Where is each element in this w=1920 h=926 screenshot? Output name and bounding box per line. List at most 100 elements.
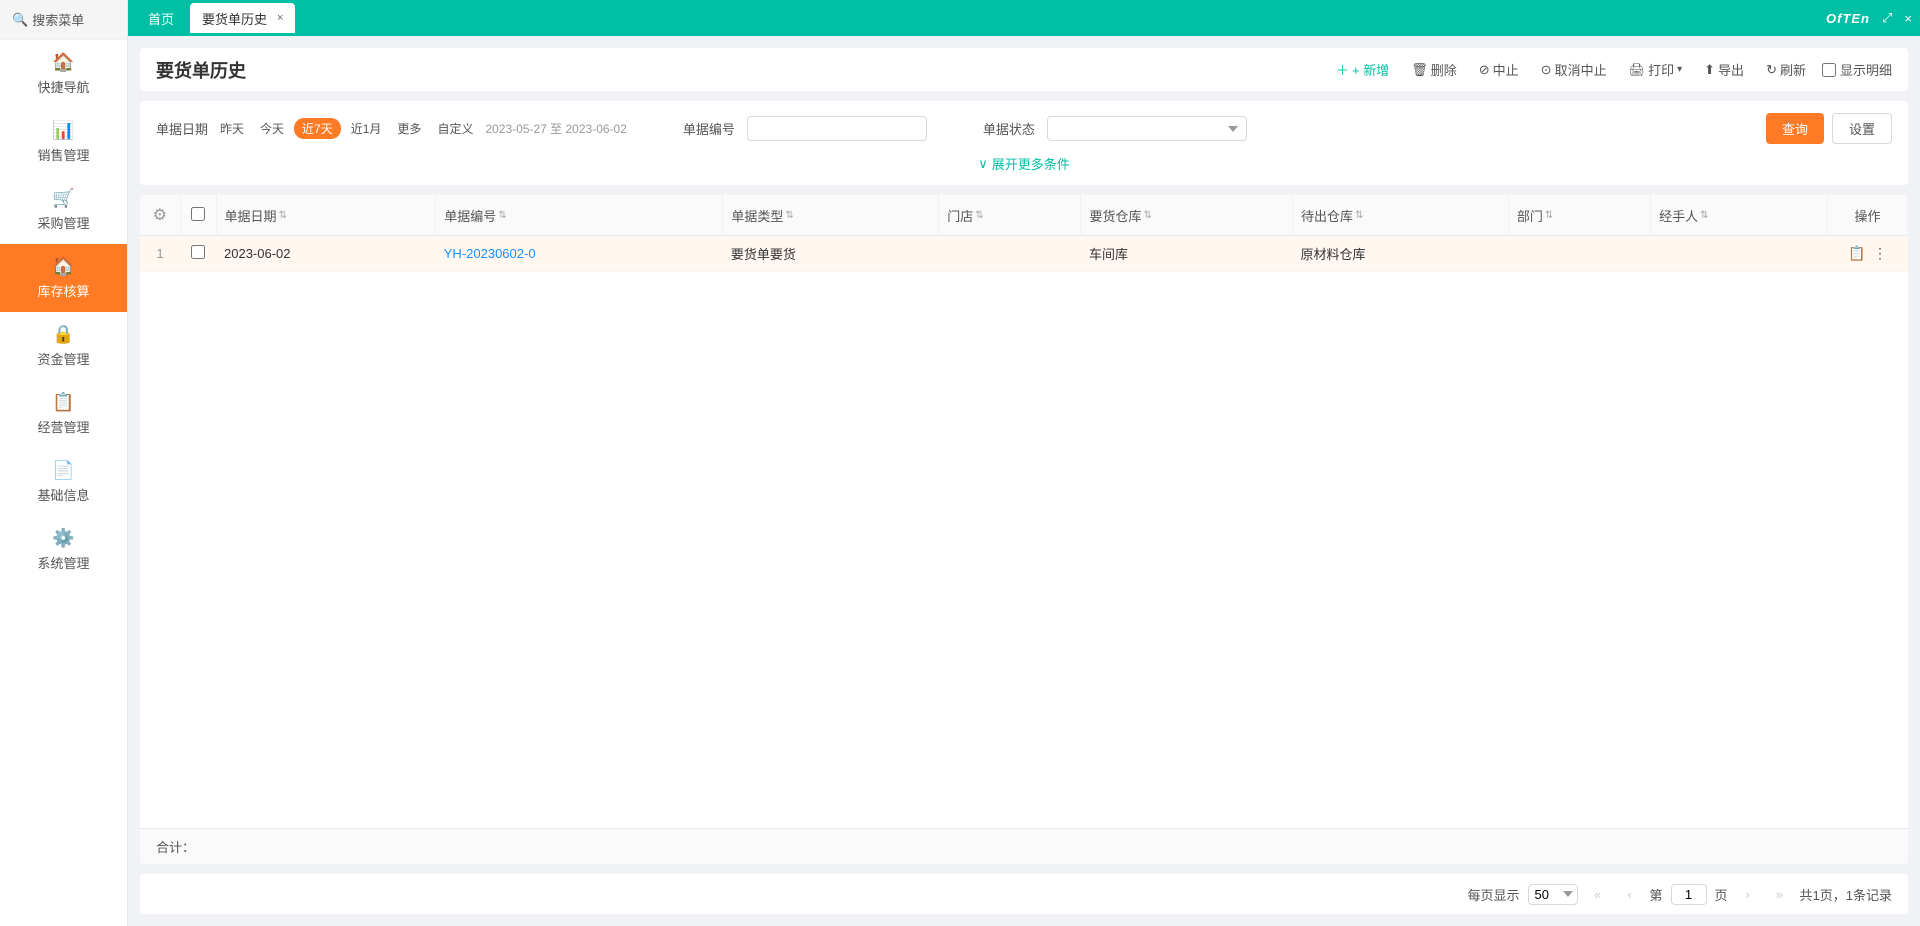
docno-input[interactable] [747,116,927,141]
delete-button[interactable]: 🗑 删除 [1405,56,1463,83]
export-icon: ⬆ [1704,62,1715,78]
sort-no-icon[interactable]: ⇅ [498,210,506,221]
inventory-icon: 🏠 [52,256,74,277]
clipboard-icon: 📋 [52,392,74,413]
td-ops: 📋 ⋮ [1828,236,1908,272]
sidebar-item-label: 销售管理 [37,145,89,164]
chevron-down-icon: ∨ [978,156,988,172]
sidebar-item-operations[interactable]: 📋 经营管理 [0,380,127,448]
export-label: 导出 [1718,60,1744,79]
table-footer: 合计： [140,828,1908,864]
sidebar-search[interactable]: 🔍 搜索菜单 [0,0,127,40]
sidebar-item-quick-nav[interactable]: 🏠 快捷导航 [0,40,127,108]
th-req-warehouse-label: 要货仓库 [1089,206,1141,225]
expand-more-label: 展开更多条件 [992,154,1070,173]
th-date: 单据日期 ⇅ [216,195,436,236]
query-button[interactable]: 查询 [1766,113,1824,144]
cancel-stop-icon: ⊙ [1541,62,1552,78]
date-btn-custom[interactable]: 自定义 [431,118,479,139]
page-last-btn[interactable]: » [1768,882,1792,906]
th-settings: ⚙ [140,195,180,236]
expand-more-btn[interactable]: ∨ 展开更多条件 [156,154,1892,173]
page-next-btn[interactable]: › [1736,882,1760,906]
td-req-warehouse: 车间库 [1081,236,1293,272]
settings-button[interactable]: 设置 [1832,113,1892,144]
sidebar-item-label: 快捷导航 [37,77,89,96]
page-label: 第 [1650,885,1663,904]
refresh-button[interactable]: ↻ 刷新 [1760,56,1812,83]
sort-dept-icon[interactable]: ⇅ [1545,210,1553,221]
sort-req-warehouse-icon[interactable]: ⇅ [1144,210,1152,221]
date-btn-yesterday[interactable]: 昨天 [214,118,250,139]
sort-pending-warehouse-icon[interactable]: ⇅ [1355,210,1363,221]
date-btn-more[interactable]: 更多 [391,118,427,139]
row-type: 要货单要货 [731,247,796,262]
sidebar-item-sales[interactable]: 📊 销售管理 [0,108,127,176]
print-button[interactable]: 🖨 打印 ▾ [1623,56,1689,83]
date-filter-label: 单据日期 [156,119,208,138]
per-page-select[interactable]: 10 20 50 100 [1528,884,1578,905]
refresh-icon: ↻ [1766,62,1777,78]
tab-active-label: 要货单历史 [202,9,267,28]
page-prev-btn[interactable]: ‹ [1618,882,1642,906]
row-edit-icon[interactable]: 📋 [1848,245,1865,261]
row-no-link[interactable]: YH-20230602-0 [444,246,536,261]
close-window-icon[interactable]: × [1904,11,1912,26]
date-btn-1month[interactable]: 近1月 [345,118,388,139]
td-store [939,236,1081,272]
tab-home[interactable]: 首页 [136,3,186,33]
sort-date-icon[interactable]: ⇅ [279,210,287,221]
tab-active[interactable]: 要货单历史 × [190,3,295,33]
export-button[interactable]: ⬆ 导出 [1698,56,1750,83]
row-date: 2023-06-02 [224,246,291,261]
sidebar-search-label: 搜索菜单 [32,10,84,29]
sidebar-item-inventory[interactable]: 🏠 库存核算 [0,244,127,312]
td-checkbox [180,236,216,272]
sidebar-item-label: 系统管理 [37,553,89,572]
pagination-bar: 每页显示 10 20 50 100 « ‹ 第 页 › » 共1页，1条记录 [140,874,1908,914]
page-number-input[interactable] [1671,884,1707,905]
sort-type-icon[interactable]: ⇅ [785,210,793,221]
stop-button[interactable]: ⊘ 中止 [1473,56,1525,83]
cancel-stop-button[interactable]: ⊙ 取消中止 [1535,56,1613,83]
td-date: 2023-06-02 [216,236,436,272]
new-button[interactable]: ＋ + 新增 [1330,56,1395,83]
display-detail-label: 显示明细 [1840,60,1892,79]
row-more-icon[interactable]: ⋮ [1873,245,1887,261]
stop-icon: ⊘ [1479,62,1490,78]
th-handler: 经手人 ⇅ [1651,195,1828,236]
table-container: ⚙ 单据日期 ⇅ 单据编号 [140,195,1908,864]
date-filter: 单据日期 昨天 今天 近7天 近1月 更多 自定义 2023-05-27 至 2… [156,118,627,139]
gear-sidebar-icon: ⚙️ [52,528,74,549]
th-dept: 部门 ⇅ [1508,195,1650,236]
status-select[interactable] [1047,116,1247,141]
td-handler [1651,236,1828,272]
row-checkbox[interactable] [191,245,205,259]
delete-icon: 🗑 [1411,62,1428,78]
display-detail-checkbox[interactable] [1822,63,1836,77]
sidebar-item-basic[interactable]: 📄 基础信息 [0,448,127,516]
sort-handler-icon[interactable]: ⇅ [1700,210,1708,221]
td-pending-warehouse: 原材料仓库 [1293,236,1509,272]
page-title: 要货单历史 [156,57,246,83]
tab-close-btn[interactable]: × [277,12,283,24]
maximize-icon[interactable]: ⤢ [1882,10,1892,26]
date-btn-today[interactable]: 今天 [254,118,290,139]
search-icon: 🔍 [12,12,28,28]
th-dept-label: 部门 [1517,206,1543,225]
sort-store-icon[interactable]: ⇅ [975,210,983,221]
sidebar-item-purchase[interactable]: 🛒 采购管理 [0,176,127,244]
column-settings-icon[interactable]: ⚙ [153,207,167,224]
sidebar-item-system[interactable]: ⚙️ 系统管理 [0,516,127,584]
select-all-checkbox[interactable] [191,207,205,221]
page-first-btn[interactable]: « [1586,882,1610,906]
footer-total-label: 合计： [156,837,195,856]
display-detail-toggle[interactable]: 显示明细 [1822,60,1892,79]
sidebar: 🔍 搜索菜单 🏠 快捷导航 📊 销售管理 🛒 采购管理 🏠 库存核算 🔒 资金管… [0,0,128,926]
sidebar-item-finance[interactable]: 🔒 资金管理 [0,312,127,380]
plus-icon: ＋ [1336,60,1349,79]
th-type-label: 单据类型 [731,206,783,225]
date-btn-7days[interactable]: 近7天 [294,118,341,139]
delete-label: 删除 [1431,60,1457,79]
page-unit-label: 页 [1715,885,1728,904]
